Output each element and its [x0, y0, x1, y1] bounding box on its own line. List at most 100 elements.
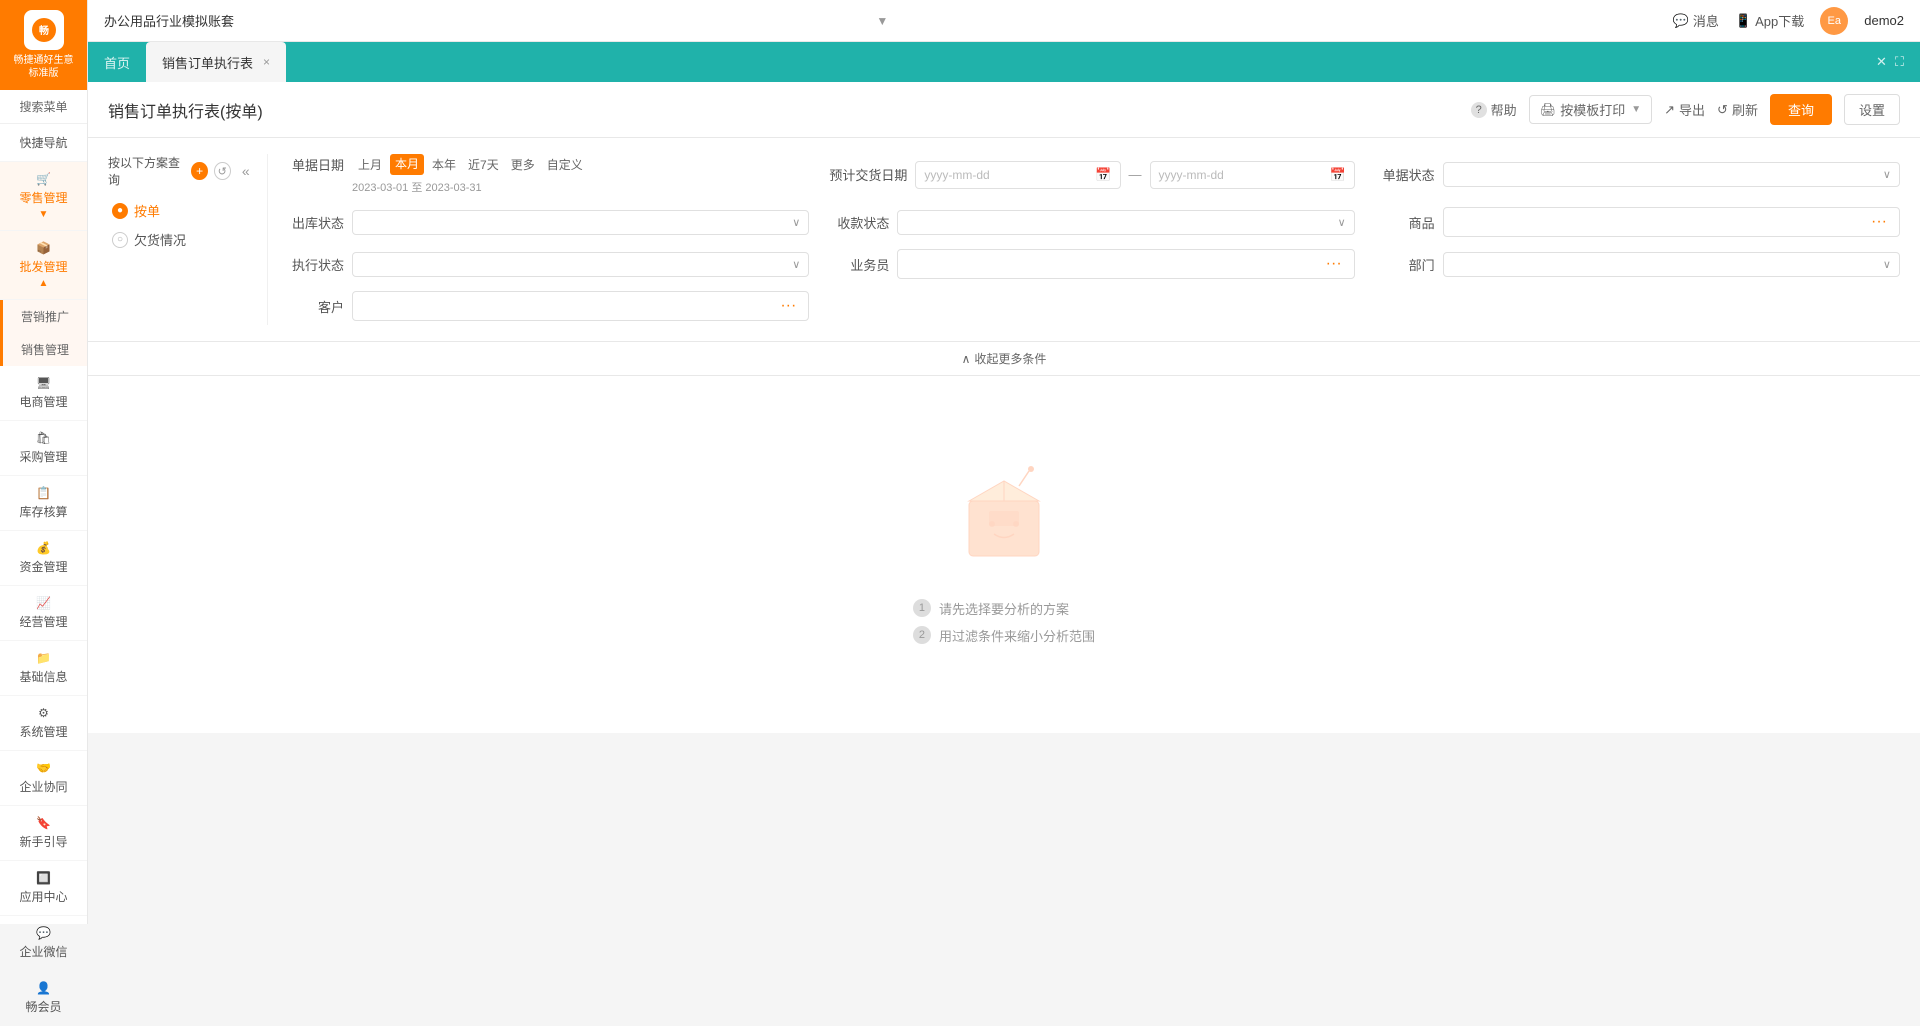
purchase-label: 采购管理	[19, 448, 67, 465]
app-download-button[interactable]: 📱 App下载	[1735, 11, 1804, 30]
tip-num-1: 1	[913, 599, 931, 617]
wholesale-label: 批发管理	[19, 258, 67, 275]
sidebar-item-enterprise[interactable]: 🤝 企业协同	[0, 751, 87, 806]
sidebar-item-wholesale[interactable]: 📦 批发管理 ▲	[0, 231, 87, 300]
collapse-scheme-button[interactable]: «	[237, 161, 255, 181]
query-button[interactable]: 查询	[1770, 94, 1832, 125]
guide-icon: 🔖	[36, 816, 51, 830]
sidebar-item-inventory[interactable]: 📋 库存核算	[0, 476, 87, 531]
filter-item-delivery-status: 出库状态 ∨	[284, 207, 809, 237]
date-btn-last7days[interactable]: 近7天	[464, 154, 503, 175]
filter-row-4: 客户 ···	[284, 291, 1900, 321]
logo-text: 畅捷通好生意 标准版	[14, 54, 74, 80]
sidebar-item-purchase[interactable]: 🛍 采购管理	[0, 421, 87, 476]
topbar: 办公用品行业模拟账套 ▼ 💬 消息 📱 App下载 Ea demo2	[88, 0, 1920, 42]
date-btn-more[interactable]: 更多	[507, 154, 539, 175]
salesperson-input[interactable]: ···	[897, 249, 1354, 279]
expected-delivery-start[interactable]: yyyy-mm-dd 📅	[915, 161, 1120, 189]
export-label: 导出	[1679, 100, 1705, 119]
sidebar-item-system[interactable]: ⚙ 系统管理	[0, 696, 87, 751]
apps-icon: 🔲	[36, 871, 51, 885]
date-btn-this-year[interactable]: 本年	[428, 154, 460, 175]
sidebar-item-quick-nav[interactable]: 快捷导航	[0, 124, 87, 162]
expected-start-placeholder: yyyy-mm-dd	[924, 168, 989, 182]
guide-label: 新手引导	[19, 833, 67, 850]
sidebar-item-guide[interactable]: 🔖 新手引导	[0, 806, 87, 861]
calendar-icon-start: 📅	[1095, 167, 1111, 183]
goods-input[interactable]: ···	[1443, 207, 1900, 237]
tab-close-window-icon[interactable]: ✕	[1876, 54, 1887, 70]
tab-maximize-icon[interactable]: ⛶	[1895, 54, 1904, 70]
sidebar-item-operation[interactable]: 📈 经营管理	[0, 586, 87, 641]
empty-tip-2: 2 用过滤条件来缩小分析范围	[913, 626, 1095, 645]
salesperson-dots[interactable]: ···	[1322, 255, 1346, 273]
refresh-button[interactable]: ↺ 刷新	[1717, 100, 1758, 119]
expected-delivery-end[interactable]: yyyy-mm-dd 📅	[1150, 161, 1355, 189]
collection-status-select[interactable]: ∨	[897, 210, 1354, 235]
sidebar-item-retail[interactable]: 🛒 零售管理 ▼	[0, 162, 87, 231]
settings-button[interactable]: 设置	[1844, 94, 1900, 125]
print-template-button[interactable]: 🖨 按模板打印 ▼	[1529, 95, 1652, 124]
refresh-scheme-button[interactable]: ↺	[214, 162, 231, 180]
marketing-label: 营销推广	[21, 310, 69, 324]
user-avatar[interactable]: Ea	[1820, 7, 1848, 35]
doc-status-select[interactable]: ∨	[1443, 162, 1900, 187]
sidebar-item-base[interactable]: 📁 基础信息	[0, 641, 87, 696]
member-label: 畅会员	[25, 998, 61, 1015]
filter-item-customer: 客户 ···	[284, 291, 809, 321]
scheme-active-dot: ●	[112, 203, 128, 219]
date-btn-last-month[interactable]: 上月	[354, 154, 386, 175]
logo-icon: 畅	[24, 10, 64, 50]
username-label[interactable]: demo2	[1864, 13, 1904, 28]
finance-label: 资金管理	[19, 558, 67, 575]
sidebar-item-finance[interactable]: 💰 资金管理	[0, 531, 87, 586]
sidebar-item-marketing[interactable]: 营销推广	[3, 300, 87, 333]
operation-icon: 📈	[36, 596, 51, 610]
exec-status-label: 执行状态	[284, 255, 344, 274]
sidebar-logo[interactable]: 畅 畅捷通好生意 标准版	[0, 0, 87, 90]
message-button[interactable]: 💬 消息	[1673, 11, 1719, 30]
calendar-icon-end: 📅	[1329, 167, 1345, 183]
finance-icon: 💰	[36, 541, 51, 555]
goods-dots[interactable]: ···	[1867, 213, 1891, 231]
dropdown-arrow[interactable]: ▼	[876, 14, 888, 28]
print-dropdown-arrow[interactable]: ▼	[1631, 104, 1641, 115]
add-scheme-button[interactable]: +	[191, 162, 208, 180]
department-select[interactable]: ∨	[1443, 252, 1900, 277]
apps-label: 应用中心	[19, 888, 67, 905]
date-range-text: 2023-03-01 至 2023-03-31	[352, 179, 482, 195]
help-button[interactable]: ? 帮助	[1471, 100, 1517, 119]
customer-input[interactable]: ···	[352, 291, 809, 321]
retail-label: 零售管理	[19, 189, 67, 206]
date-btn-custom[interactable]: 自定义	[543, 154, 587, 175]
exec-status-select[interactable]: ∨	[352, 252, 809, 277]
filter-item-date: 单据日期 上月 本月 本年 近7天 更多 自定义 2023	[284, 154, 809, 195]
message-label: 消息	[1693, 11, 1719, 30]
help-icon: ?	[1471, 102, 1487, 118]
date-btn-this-month[interactable]: 本月	[390, 154, 424, 175]
tab-close-icon[interactable]: ×	[263, 55, 270, 69]
inventory-label: 库存核算	[19, 503, 67, 520]
operation-label: 经营管理	[19, 613, 67, 630]
wechat-icon: 💬	[36, 926, 51, 940]
base-icon: 📁	[36, 651, 51, 665]
filter-item-department: 部门 ∨	[1375, 249, 1900, 279]
tab-home[interactable]: 首页	[88, 42, 146, 82]
tab-sales-order[interactable]: 销售订单执行表 ×	[146, 42, 286, 82]
scheme-item-backorder[interactable]: ○ 欠货情况	[108, 225, 255, 254]
department-arrow: ∨	[1883, 258, 1891, 271]
export-icon: ↗	[1664, 102, 1675, 118]
sidebar-search[interactable]: 搜索菜单	[0, 90, 87, 124]
tab-home-label: 首页	[104, 53, 130, 72]
export-button[interactable]: ↗ 导出	[1664, 100, 1705, 119]
collapse-button[interactable]: ∧ 收起更多条件	[962, 350, 1047, 367]
sidebar-item-apps[interactable]: 🔲 应用中心	[0, 861, 87, 916]
delivery-status-select[interactable]: ∨	[352, 210, 809, 235]
sidebar-item-ecommerce[interactable]: 🖥 电商管理	[0, 366, 87, 421]
sidebar-item-sales[interactable]: 销售管理	[3, 333, 87, 366]
customer-dots[interactable]: ···	[776, 297, 800, 315]
sidebar-item-member[interactable]: 👤 畅会员	[0, 971, 87, 1026]
sidebar-item-wechat[interactable]: 💬 企业微信	[0, 916, 87, 971]
collapse-chevron-icon: ∧	[962, 352, 971, 366]
scheme-item-by-order[interactable]: ● 按单	[108, 196, 255, 225]
